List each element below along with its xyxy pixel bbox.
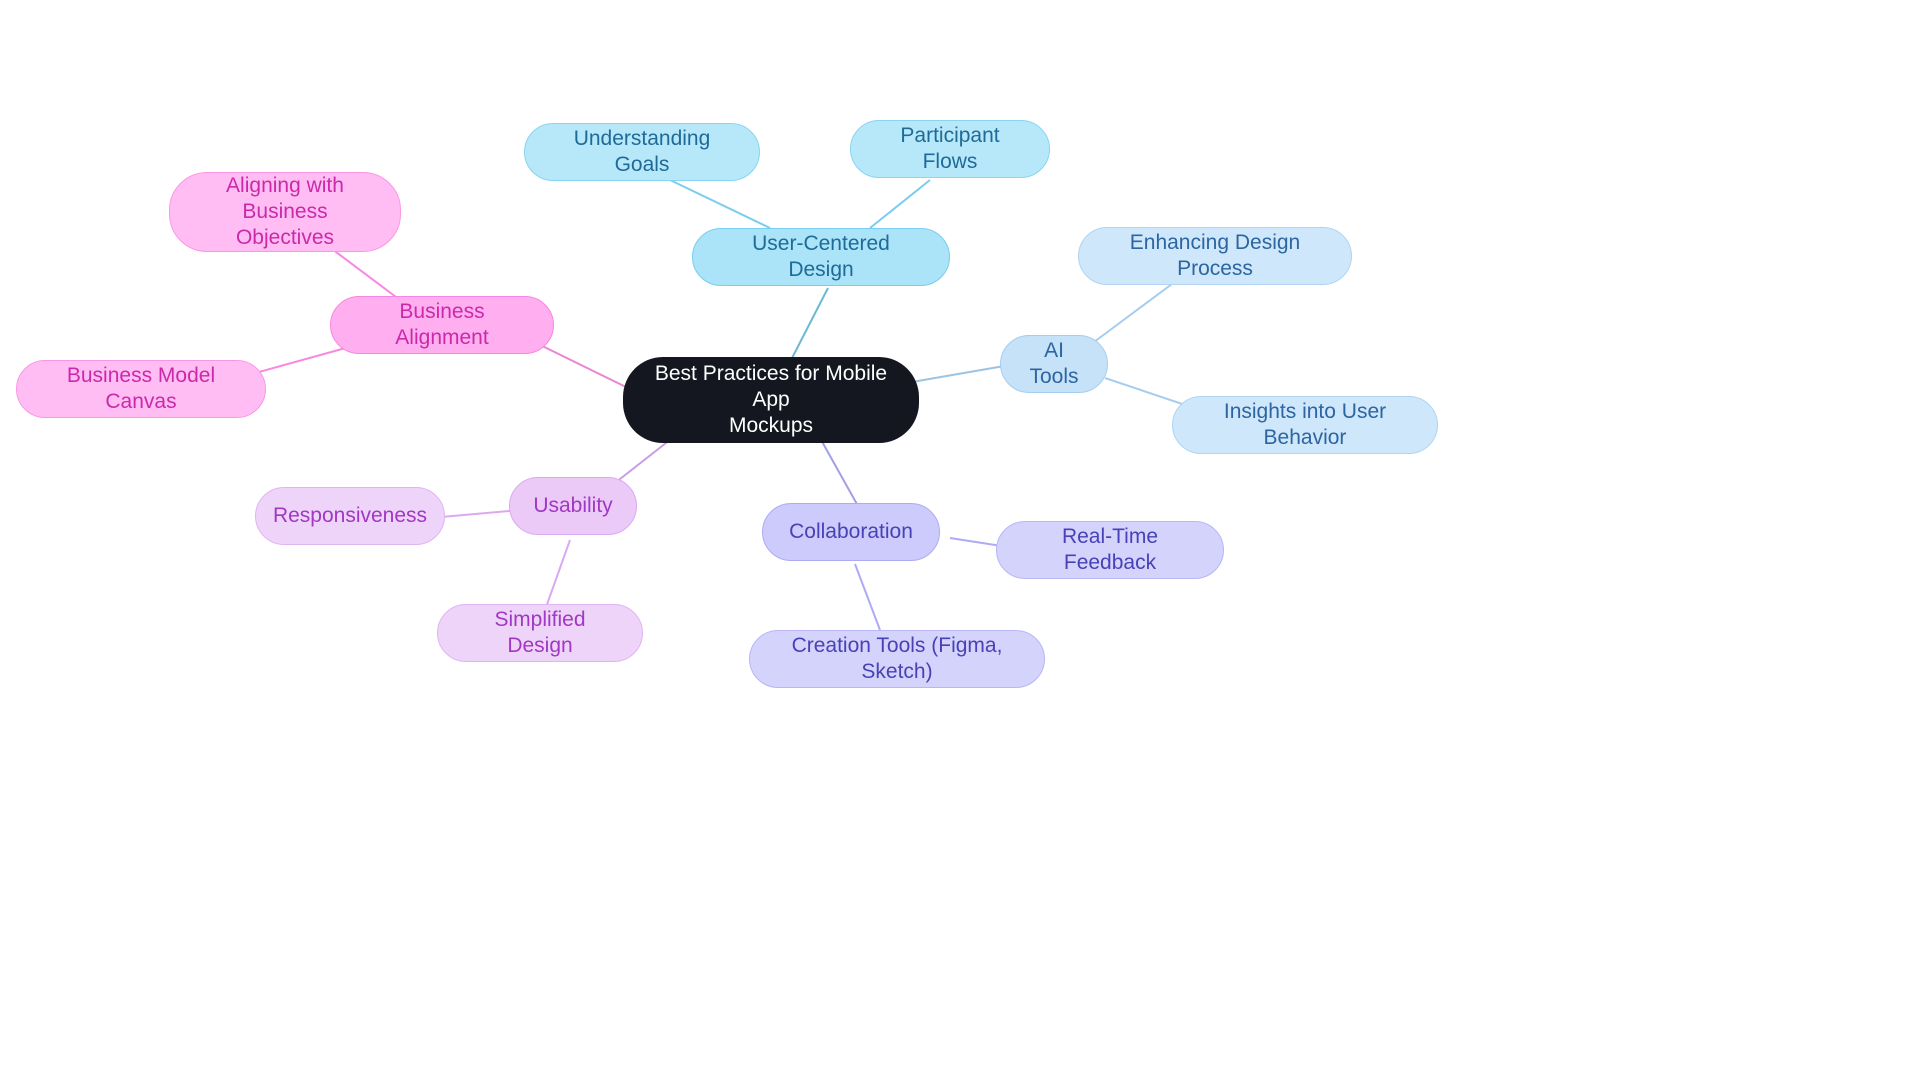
leaf-real-time-feedback: Real-Time Feedback <box>996 521 1224 579</box>
branch-usability: Usability <box>509 477 637 535</box>
leaf-aligning-business-objectives: Aligning with Business Objectives <box>169 172 401 252</box>
branch-collaboration: Collaboration <box>762 503 940 561</box>
center-node: Best Practices for Mobile App Mockups <box>623 357 919 443</box>
leaf-enhancing-design-process: Enhancing Design Process <box>1078 227 1352 285</box>
leaf-insights-user-behavior: Insights into User Behavior <box>1172 396 1438 454</box>
leaf-understanding-goals: Understanding Goals <box>524 123 760 181</box>
branch-ai-tools: AI Tools <box>1000 335 1108 393</box>
branch-business-alignment: Business Alignment <box>330 296 554 354</box>
leaf-responsiveness: Responsiveness <box>255 487 445 545</box>
leaf-participant-flows: Participant Flows <box>850 120 1050 178</box>
leaf-creation-tools: Creation Tools (Figma, Sketch) <box>749 630 1045 688</box>
leaf-simplified-design: Simplified Design <box>437 604 643 662</box>
leaf-business-model-canvas: Business Model Canvas <box>16 360 266 418</box>
branch-user-centered: User-Centered Design <box>692 228 950 286</box>
